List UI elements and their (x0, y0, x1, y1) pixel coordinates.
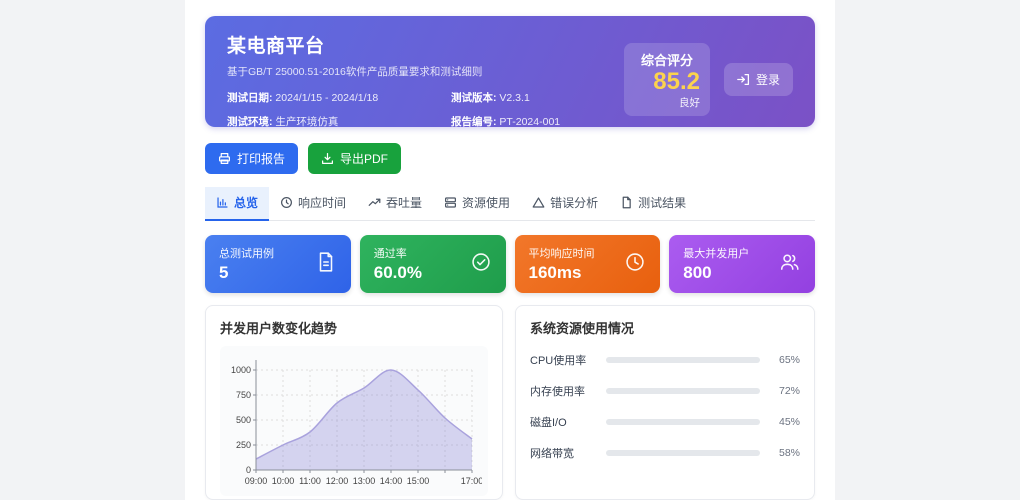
tab-response-time-label: 响应时间 (298, 196, 347, 210)
report-meta: 测试日期: 2024/1/15 - 2024/1/18 测试版本: V2.3.1… (227, 90, 560, 129)
system-resources-panel: 系统资源使用情况 CPU使用率 65% 内存使用率 72% 磁盘I/O 45% … (515, 305, 815, 500)
bar-chart-icon (216, 196, 229, 209)
tab-throughput[interactable]: 吞吐量 (357, 187, 433, 221)
resource-memory-label: 内存使用率 (530, 386, 585, 398)
clock-icon (280, 196, 293, 209)
meta-test-date: 测试日期: 2024/1/15 - 2024/1/18 (227, 92, 379, 104)
login-icon (737, 73, 750, 86)
tab-test-results-label: 测试结果 (638, 196, 687, 210)
server-icon (444, 196, 457, 209)
alert-triangle-icon (532, 196, 545, 209)
svg-text:1000: 1000 (231, 365, 251, 375)
tab-throughput-label: 吞吐量 (386, 196, 423, 210)
resource-cpu-label: CPU使用率 (530, 355, 587, 367)
chart-panel-title: 并发用户数变化趋势 (220, 321, 338, 336)
resource-disk-label: 磁盘I/O (530, 417, 567, 429)
svg-text:14:00: 14:00 (380, 476, 403, 486)
resources-panel-title: 系统资源使用情况 (530, 321, 635, 336)
stat-pass-rate-value: 60.0% (373, 263, 422, 282)
meta-report-no: 报告编号: PT-2024-001 (451, 116, 561, 128)
report-tabs: 总览 响应时间 吞吐量 资源使用 错误分析 测试结果 (205, 187, 815, 221)
tab-overview-label: 总览 (234, 196, 259, 210)
tab-response-time[interactable]: 响应时间 (269, 187, 357, 221)
stat-card-pass-rate: 通过率 60.0% (359, 235, 506, 293)
tab-error-analysis[interactable]: 错误分析 (521, 187, 609, 221)
stat-total-cases-value: 5 (219, 263, 229, 282)
concurrent-users-area-chart: 0 250 500 750 1000 09:00 10:00 11:00 12:00 13:00 1… (231, 360, 483, 486)
chart-box: 0 250 500 750 1000 09:00 10:00 11:00 12:00 13:00 1… (220, 346, 488, 496)
resource-cpu-bar-track (606, 357, 760, 363)
stat-card-total-cases: 总测试用例 5 (205, 235, 351, 293)
resource-row-cpu: CPU使用率 65% (530, 352, 800, 368)
svg-text:11:00: 11:00 (299, 476, 321, 486)
report-header-card: 某电商平台 基于GB/T 25000.51-2016软件产品质量要求和测试细则 … (205, 16, 815, 129)
resource-row-memory: 内存使用率 72% (530, 383, 800, 399)
bottom-panels: 并发用户数变化趋势 0 250 500 750 1000 09:00 10:00 11:00 1… (205, 305, 815, 500)
users-icon (779, 251, 801, 278)
stat-pass-rate-label: 通过率 (373, 248, 407, 260)
svg-text:17:00: 17:00 (461, 476, 482, 486)
tab-resource-usage-label: 资源使用 (462, 196, 511, 210)
tab-error-analysis-label: 错误分析 (550, 196, 599, 210)
score-grade: 良好 (678, 97, 700, 110)
login-button-label: 登录 (755, 73, 780, 88)
svg-text:250: 250 (236, 440, 251, 450)
stat-card-max-concurrent: 最大并发用户 800 (669, 235, 815, 293)
file-icon (620, 196, 633, 209)
resource-network-label: 网络带宽 (530, 448, 574, 460)
printer-icon (218, 152, 231, 165)
resource-disk-bar-track (606, 419, 760, 425)
resource-memory-percent: 72% (778, 385, 800, 397)
concurrent-users-panel: 并发用户数变化趋势 0 250 500 750 1000 09:00 10:00 11:00 1… (205, 305, 503, 500)
stat-avg-response-label: 平均响应时间 (528, 248, 595, 260)
resource-row-disk: 磁盘I/O 45% (530, 414, 800, 430)
svg-text:0: 0 (246, 465, 251, 475)
svg-text:15:00: 15:00 (407, 476, 430, 486)
overall-score-box: 综合评分 85.2 良好 (623, 43, 710, 117)
meta-test-version: 测试版本: V2.3.1 (451, 92, 530, 104)
page-subtitle: 基于GB/T 25000.51-2016软件产品质量要求和测试细则 (227, 66, 483, 78)
svg-text:750: 750 (236, 390, 251, 400)
stat-max-concurrent-value: 800 (683, 263, 712, 282)
header-right: 综合评分 85.2 良好 登录 (623, 43, 793, 117)
trending-up-icon (368, 196, 381, 209)
report-page: 某电商平台 基于GB/T 25000.51-2016软件产品质量要求和测试细则 … (185, 0, 835, 500)
print-report-button[interactable]: 打印报告 (205, 143, 299, 174)
svg-text:09:00: 09:00 (245, 476, 268, 486)
svg-text:13:00: 13:00 (353, 476, 376, 486)
clock-icon (624, 251, 646, 278)
svg-text:12:00: 12:00 (326, 476, 349, 486)
download-icon (321, 152, 334, 165)
export-pdf-label: 导出PDF (340, 152, 389, 166)
resource-row-network: 网络带宽 58% (530, 445, 800, 461)
score-label: 综合评分 (640, 53, 693, 68)
svg-text:10:00: 10:00 (272, 476, 295, 486)
stat-total-cases-label: 总测试用例 (219, 248, 274, 260)
login-button[interactable]: 登录 (723, 63, 793, 97)
stat-cards: 总测试用例 5 通过率 60.0% 平均响应时间 160ms 最大并发用户 80… (205, 235, 815, 293)
meta-test-env: 测试环境: 生产环境仿真 (227, 116, 339, 128)
score-value: 85.2 (653, 68, 700, 95)
stat-avg-response-value: 160ms (528, 263, 582, 282)
stat-card-avg-response: 平均响应时间 160ms (514, 235, 661, 293)
file-text-icon (315, 251, 337, 278)
svg-text:500: 500 (236, 415, 251, 425)
toolbar: 打印报告 导出PDF (205, 143, 815, 174)
stat-max-concurrent-label: 最大并发用户 (683, 248, 750, 260)
export-pdf-button[interactable]: 导出PDF (308, 143, 402, 174)
check-circle-icon (470, 251, 492, 278)
tab-test-results[interactable]: 测试结果 (609, 187, 697, 221)
header-left: 某电商平台 基于GB/T 25000.51-2016软件产品质量要求和测试细则 … (227, 31, 560, 129)
resource-network-percent: 58% (778, 447, 800, 459)
resource-cpu-percent: 65% (778, 354, 800, 366)
tab-overview[interactable]: 总览 (205, 187, 270, 221)
resource-disk-percent: 45% (778, 416, 800, 428)
print-report-label: 打印报告 (237, 152, 286, 166)
tab-resource-usage[interactable]: 资源使用 (433, 187, 521, 221)
page-title: 某电商平台 (227, 36, 325, 57)
resource-network-bar-track (606, 450, 760, 456)
resource-memory-bar-track (606, 388, 760, 394)
